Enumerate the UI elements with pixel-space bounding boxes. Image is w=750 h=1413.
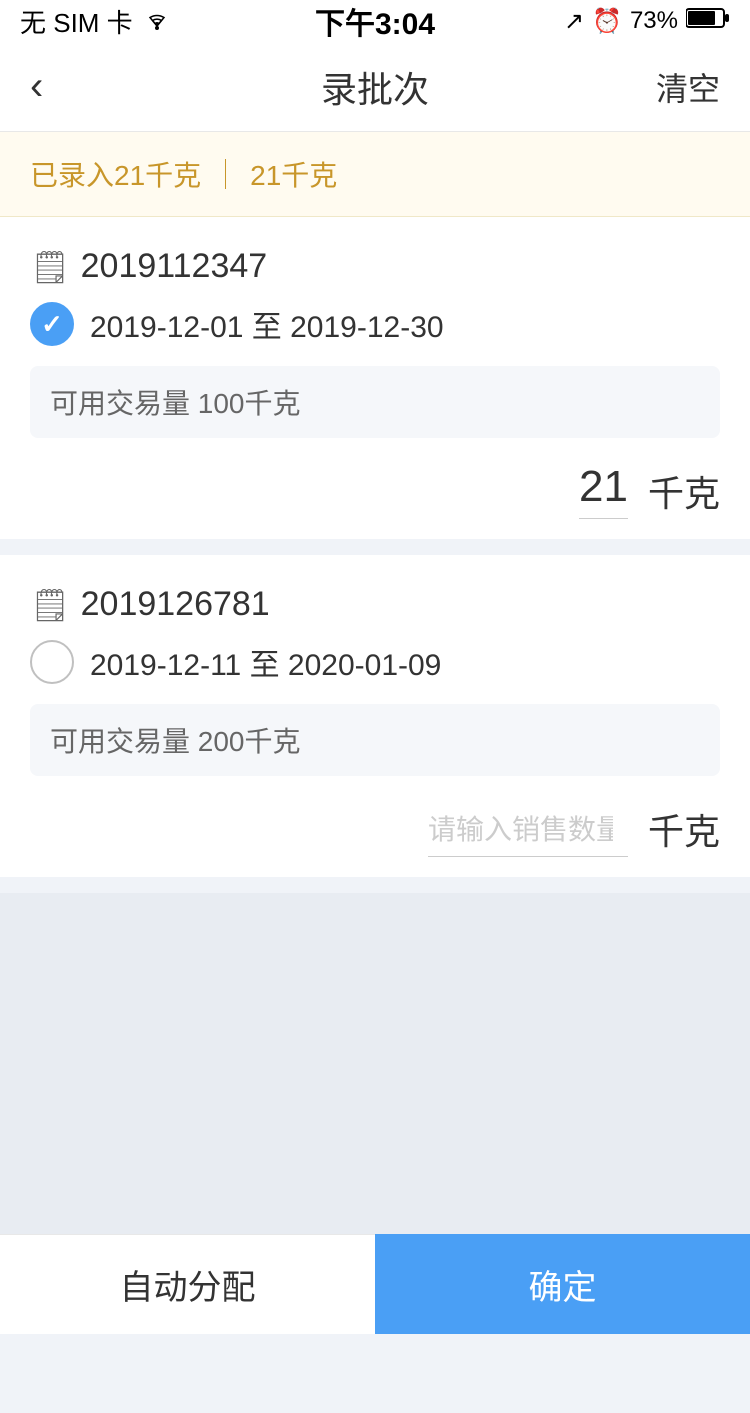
batch1-quantity-row: 21 千克: [30, 438, 720, 539]
batch1-id: 2019112347: [81, 247, 268, 286]
confirm-label: 确定: [529, 1260, 597, 1309]
page-title: 录批次: [321, 61, 429, 113]
batch2-date-range: 2019-12-11 至 2020-01-09: [90, 640, 441, 684]
battery-text: 73%: [630, 7, 678, 35]
status-right: ↗ ⏰ 73%: [564, 7, 730, 36]
wifi-icon: [143, 6, 171, 37]
status-left: 无 SIM 卡: [20, 3, 171, 40]
clear-button[interactable]: 清空: [656, 64, 720, 110]
status-bar: 无 SIM 卡 下午3:04 ↗ ⏰ 73%: [0, 0, 750, 42]
summary-divider: [225, 159, 226, 189]
confirm-button[interactable]: 确定: [375, 1234, 750, 1334]
status-time: 下午3:04: [315, 0, 435, 43]
batch2-id: 2019126781: [81, 585, 270, 624]
batch2-header: 🗒 2019126781: [30, 585, 720, 624]
batch2-card: 🗒 2019126781 2019-12-11 至 2020-01-09 可用交…: [0, 555, 750, 893]
batch2-radio[interactable]: [30, 640, 74, 684]
battery-icon: [686, 7, 730, 36]
batch1-radio[interactable]: [30, 302, 74, 346]
auto-distribute-button[interactable]: 自动分配: [0, 1234, 375, 1334]
alarm-icon: ⏰: [592, 7, 622, 36]
batch1-icon: 🗒: [30, 248, 71, 286]
batch1-quantity-value: 21: [579, 462, 628, 512]
batch1-date-range: 2019-12-01 至 2019-12-30: [90, 302, 444, 346]
batch2-quantity-row: 千克: [30, 776, 720, 877]
card-divider-2: [0, 877, 750, 893]
batch1-quantity-underline: 21: [579, 462, 628, 519]
card-divider-1: [0, 539, 750, 555]
batch2-quantity-input[interactable]: [428, 800, 628, 850]
summary-amount: 21千克: [250, 154, 337, 194]
summary-banner: 已录入21千克 21千克: [0, 132, 750, 217]
batch1-header: 🗒 2019112347: [30, 247, 720, 286]
batch1-available-qty: 可用交易量 100千克: [30, 366, 720, 438]
summary-prefix-text: 已录入21千克: [30, 154, 201, 194]
batch1-unit: 千克: [648, 465, 720, 517]
auto-distribute-label: 自动分配: [120, 1260, 256, 1309]
footer: 自动分配 确定: [0, 1234, 750, 1334]
batch2-select-row[interactable]: 2019-12-11 至 2020-01-09: [30, 640, 720, 684]
back-button[interactable]: ‹: [30, 64, 43, 109]
batch1-select-row[interactable]: 2019-12-01 至 2019-12-30: [30, 302, 720, 346]
batch1-card: 🗒 2019112347 2019-12-01 至 2019-12-30 可用交…: [0, 217, 750, 555]
batch2-available-qty: 可用交易量 200千克: [30, 704, 720, 776]
batch2-icon: 🗒: [30, 586, 71, 624]
batch2-quantity-underline[interactable]: [428, 800, 628, 857]
location-icon: ↗: [564, 7, 584, 36]
carrier-text: 无 SIM 卡: [20, 3, 133, 40]
nav-bar: ‹ 录批次 清空: [0, 42, 750, 132]
batch2-unit: 千克: [648, 803, 720, 855]
